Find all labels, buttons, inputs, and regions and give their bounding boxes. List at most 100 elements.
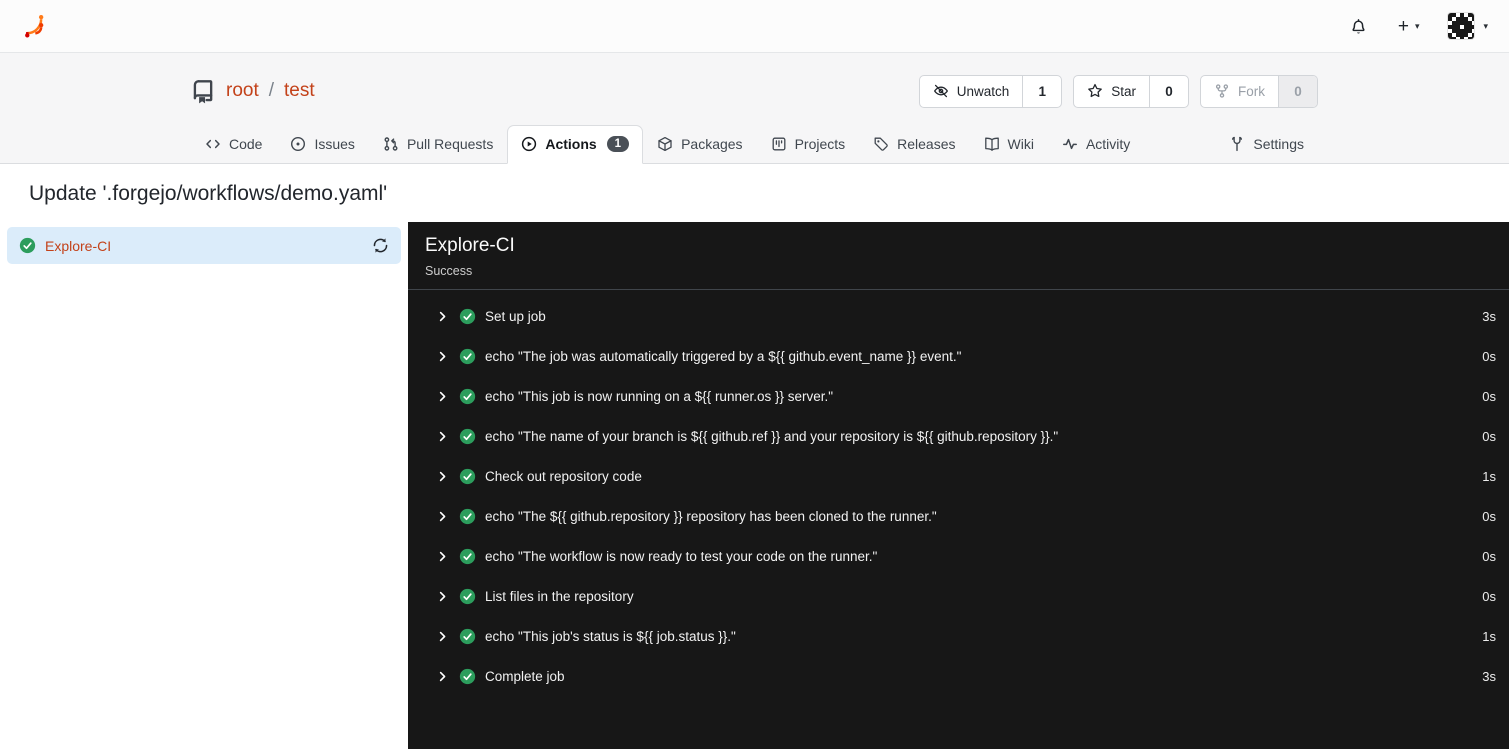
step-duration: 0s: [1482, 428, 1496, 444]
repo-title-row: root / test Unwatch 1 Star 0 Fork 0: [191, 74, 1318, 108]
project-icon: [771, 136, 787, 152]
check-circle-icon: [459, 548, 476, 565]
create-new-button[interactable]: + ▾: [1398, 17, 1420, 36]
chevron-right-icon[interactable]: [435, 589, 450, 604]
check-circle-icon: [459, 508, 476, 525]
step-row[interactable]: echo "The job was automatically triggere…: [408, 336, 1509, 376]
repo-book-icon: [191, 79, 216, 104]
run-view: Update '.forgejo/workflows/demo.yaml' Ex…: [0, 164, 1509, 749]
repo-tab[interactable]: Pull Requests: [369, 125, 507, 164]
user-avatar[interactable]: [1447, 12, 1476, 40]
step-duration: 0s: [1482, 348, 1496, 364]
eye-slash-icon: [933, 83, 949, 99]
repo-tab[interactable]: Settings: [1215, 125, 1318, 164]
pulse-icon: [1062, 136, 1078, 152]
chevron-right-icon[interactable]: [435, 469, 450, 484]
repo-separator: /: [268, 80, 275, 101]
check-circle-icon: [459, 308, 476, 325]
repo-owner-link[interactable]: root: [226, 80, 259, 102]
job-log-panel: Explore-CI Success Set up job 3s echo "T…: [408, 222, 1509, 749]
repo-tab[interactable]: Code: [191, 125, 276, 164]
chevron-down-icon: ▾: [1414, 20, 1420, 31]
step-row[interactable]: Set up job 3s: [408, 296, 1509, 336]
step-duration: 3s: [1482, 668, 1496, 684]
step-row[interactable]: Check out repository code 1s: [408, 456, 1509, 496]
wrench-icon: [1229, 136, 1245, 152]
job-log-header: Explore-CI Success: [408, 222, 1509, 290]
repo-tab[interactable]: Releases: [859, 125, 969, 164]
step-name: echo "The ${{ github.repository }} repos…: [485, 508, 937, 524]
chevron-right-icon[interactable]: [435, 549, 450, 564]
fork-icon: [1214, 83, 1230, 99]
check-circle-icon: [459, 348, 476, 365]
step-name: Check out repository code: [485, 468, 642, 484]
step-name: echo "The job was automatically triggere…: [485, 348, 962, 364]
chevron-right-icon[interactable]: [435, 509, 450, 524]
chevron-right-icon[interactable]: [435, 429, 450, 444]
chevron-right-icon[interactable]: [435, 309, 450, 324]
tag-icon: [873, 136, 889, 152]
check-circle-icon: [459, 668, 476, 685]
job-item[interactable]: Explore-CI: [7, 227, 401, 264]
step-row[interactable]: Complete job 3s: [408, 656, 1509, 696]
step-name: List files in the repository: [485, 588, 634, 604]
step-duration: 0s: [1482, 388, 1496, 404]
repo-name-link[interactable]: test: [284, 80, 315, 102]
repo-action-count[interactable]: 0: [1279, 75, 1317, 107]
chevron-down-icon: ▾: [1483, 20, 1488, 31]
step-name: Set up job: [485, 308, 546, 324]
navbar-right: + ▾ ▾: [1350, 12, 1488, 40]
step-duration: 0s: [1482, 548, 1496, 564]
step-row[interactable]: echo "The workflow is now ready to test …: [408, 536, 1509, 576]
repo-action-button[interactable]: Fork 0: [1200, 74, 1318, 108]
step-duration: 1s: [1482, 628, 1496, 644]
step-row[interactable]: echo "This job is now running on a ${{ r…: [408, 376, 1509, 416]
step-row[interactable]: List files in the repository 0s: [408, 576, 1509, 616]
step-name: echo "The workflow is now ready to test …: [485, 548, 878, 564]
chevron-right-icon[interactable]: [435, 629, 450, 644]
repo-action-button[interactable]: Star 0: [1073, 74, 1189, 108]
repo-tab[interactable]: Activity: [1048, 125, 1144, 164]
notifications-bell-icon[interactable]: [1350, 18, 1367, 35]
star-icon: [1087, 83, 1103, 99]
repo-header: root / test Unwatch 1 Star 0 Fork 0 Code…: [0, 53, 1509, 164]
repo-action-count[interactable]: 1: [1023, 76, 1061, 107]
repo-tab[interactable]: Wiki: [970, 125, 1048, 164]
repo-tab[interactable]: Issues: [276, 125, 368, 164]
chevron-right-icon[interactable]: [435, 669, 450, 684]
step-row[interactable]: echo "The name of your branch is ${{ git…: [408, 416, 1509, 456]
step-name: echo "This job's status is ${{ job.statu…: [485, 628, 736, 644]
forgejo-app: + ▾ ▾ root / test Unwatch 1 Star 0 Fork …: [0, 0, 1509, 749]
repo-tab[interactable]: Projects: [757, 125, 860, 164]
step-name: echo "The name of your branch is ${{ git…: [485, 428, 1059, 444]
step-duration: 0s: [1482, 508, 1496, 524]
step-name: echo "This job is now running on a ${{ r…: [485, 388, 834, 404]
check-circle-icon: [459, 628, 476, 645]
repo-tabs: Code Issues Pull Requests Actions 1 Pack…: [191, 125, 1318, 164]
repo-tab[interactable]: Packages: [643, 125, 756, 164]
step-row[interactable]: echo "This job's status is ${{ job.statu…: [408, 616, 1509, 656]
plus-icon: +: [1397, 15, 1409, 37]
check-circle-icon: [459, 468, 476, 485]
repo-action-buttons: Unwatch 1 Star 0 Fork 0: [918, 74, 1318, 108]
repo-action-label[interactable]: Unwatch: [920, 75, 1024, 107]
forgejo-logo[interactable]: [21, 13, 47, 39]
job-title: Explore-CI: [425, 235, 515, 256]
play-circle-icon: [521, 136, 537, 152]
repo-action-count[interactable]: 0: [1150, 76, 1188, 107]
package-icon: [657, 136, 673, 152]
chevron-right-icon[interactable]: [435, 389, 450, 404]
repo-action-label[interactable]: Fork: [1201, 75, 1279, 107]
check-circle-icon: [19, 237, 36, 254]
repo-action-button[interactable]: Unwatch 1: [918, 74, 1063, 108]
tab-count-badge: 1: [606, 136, 630, 152]
rerun-refresh-icon[interactable]: [372, 237, 389, 254]
repo-tab[interactable]: Actions 1: [507, 125, 644, 164]
book-icon: [984, 136, 1000, 152]
chevron-right-icon[interactable]: [435, 349, 450, 364]
step-duration: 3s: [1482, 308, 1496, 324]
repo-action-label[interactable]: Star: [1074, 75, 1150, 107]
step-row[interactable]: echo "The ${{ github.repository }} repos…: [408, 496, 1509, 536]
issue-icon: [290, 136, 306, 152]
check-circle-icon: [459, 428, 476, 445]
